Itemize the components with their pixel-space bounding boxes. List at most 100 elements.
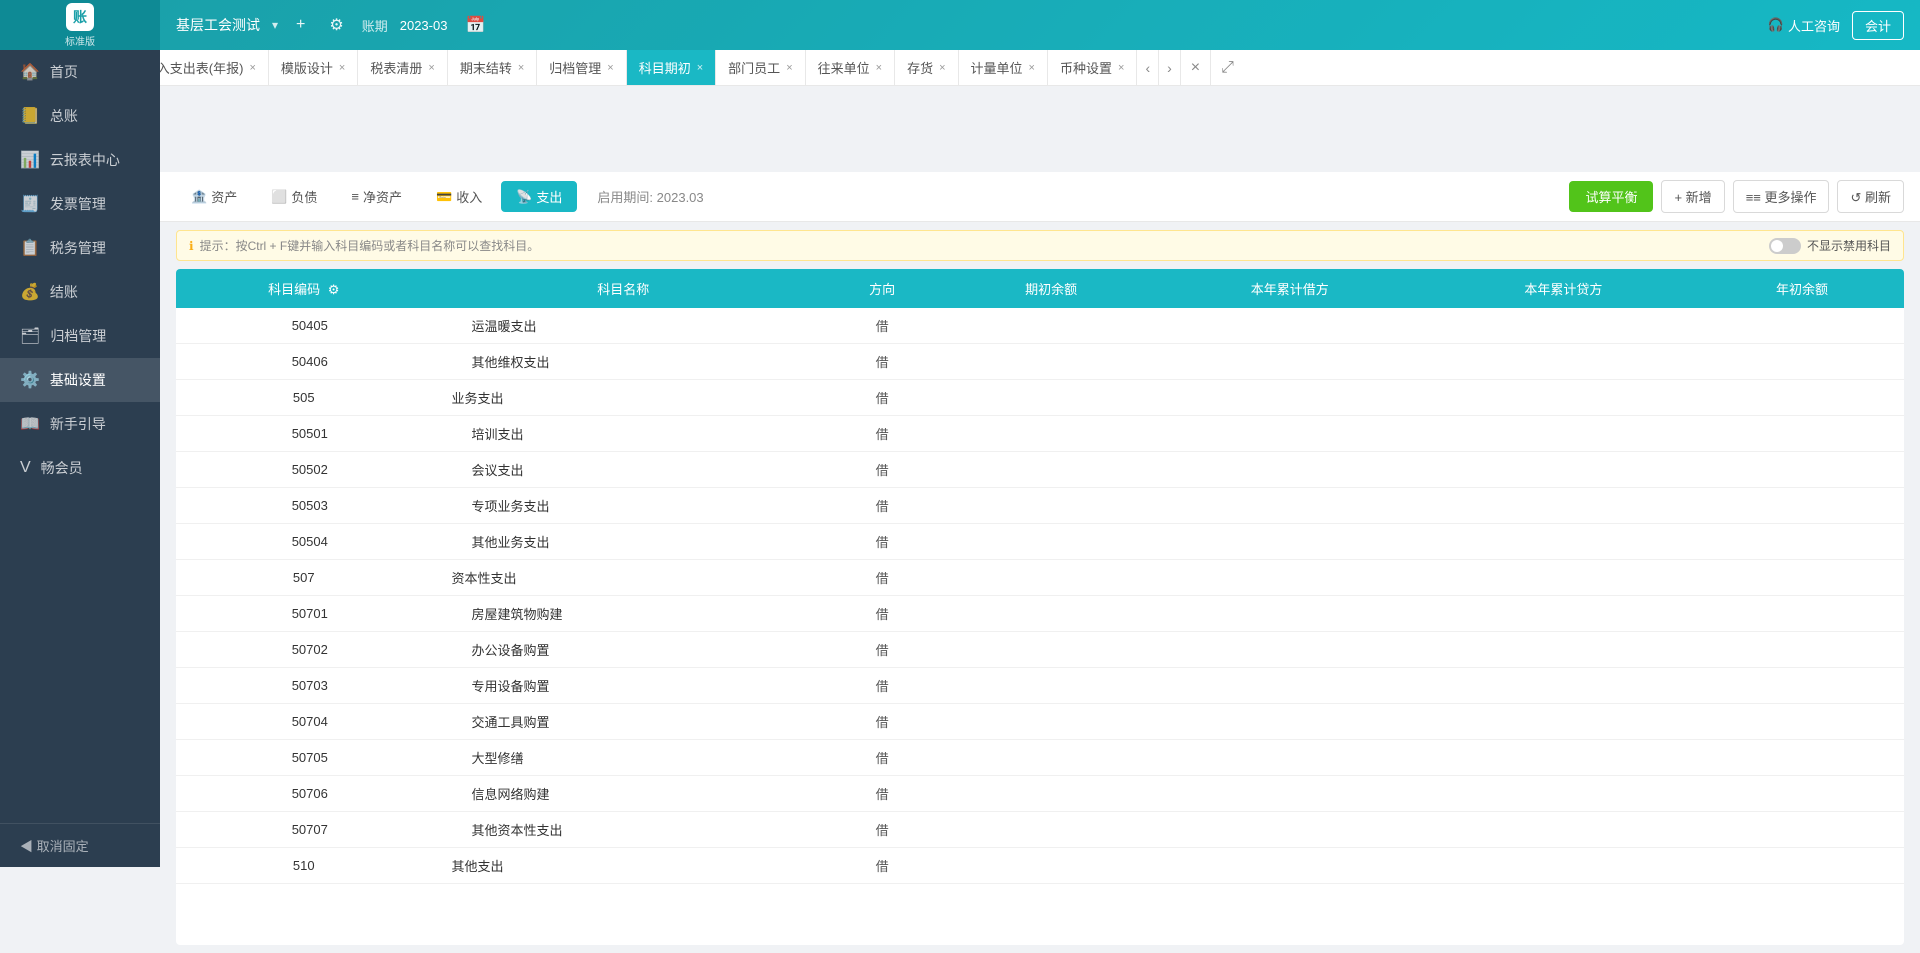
tab-archive-close[interactable]: × — [607, 62, 613, 74]
tab-inventory[interactable]: 存货 × — [895, 50, 958, 85]
tab-subject-init[interactable]: 科目期初 × — [627, 50, 716, 85]
service-button[interactable]: 🎧 人工咨询 — [1768, 16, 1840, 35]
add-label: + 新增 — [1674, 187, 1711, 206]
sidebar: 🏠 首页 📒 总账 📊 云报表中心 🧾 发票管理 📋 税务管理 💰 结账 🗂 归… — [0, 50, 160, 867]
tab-contacts-close[interactable]: × — [876, 62, 882, 74]
cell-code: 50704 — [176, 704, 432, 740]
table-row[interactable]: 50702办公设备购置借 — [176, 632, 1904, 668]
cell-ytd-debit — [1153, 668, 1427, 704]
calendar-icon[interactable]: 📅 — [459, 11, 491, 39]
cat-equity[interactable]: ≡ 净资产 — [336, 181, 417, 212]
tab-period-end-label: 期末结转 — [460, 58, 512, 77]
tab-units-close[interactable]: × — [1029, 62, 1035, 74]
cell-code: 50502 — [176, 452, 432, 488]
subject-table: 科目编码 ⚙ 科目名称 方向 期初余额 本年累计借方 本年累计贷方 年初余额 5… — [176, 269, 1904, 884]
cell-dir: 借 — [815, 344, 949, 380]
add-button[interactable]: + 新增 — [1661, 180, 1724, 213]
cell-ytd-debit — [1153, 344, 1427, 380]
tab-contacts[interactable]: 往来单位 × — [806, 50, 895, 85]
balance-button[interactable]: 试算平衡 — [1569, 181, 1653, 212]
cell-code: 50406 — [176, 344, 432, 380]
refresh-button[interactable]: ↺ 刷新 — [1837, 180, 1904, 213]
sidebar-item-tax-label: 税务管理 — [50, 238, 106, 258]
table-row[interactable]: 50704交通工具购置借 — [176, 704, 1904, 740]
tab-period-end-close[interactable]: × — [518, 62, 524, 74]
tab-archive[interactable]: 归档管理 × — [537, 50, 626, 85]
table-row[interactable]: 50406其他维权支出借 — [176, 344, 1904, 380]
tab-subject-init-close[interactable]: × — [697, 62, 703, 74]
tab-currency-close[interactable]: × — [1118, 62, 1124, 74]
cat-income[interactable]: 💳 收入 — [421, 181, 497, 212]
settings-icon[interactable]: ⚙ — [323, 11, 349, 39]
table-row[interactable]: 505业务支出借 — [176, 380, 1904, 416]
sidebar-collapse[interactable]: ◀ 取消固定 — [0, 823, 160, 867]
more-button[interactable]: ≡≡ 更多操作 — [1733, 180, 1830, 213]
tab-expand[interactable]: ⤢ — [1211, 50, 1244, 85]
tab-nav-left[interactable]: ‹ — [1137, 50, 1159, 85]
tab-inventory-close[interactable]: × — [939, 62, 945, 74]
cat-expense[interactable]: 📡 支出 — [501, 181, 577, 212]
table-row[interactable]: 50503专项业务支出借 — [176, 488, 1904, 524]
table-row[interactable]: 50706信息网络购建借 — [176, 776, 1904, 812]
tab-template-close[interactable]: × — [339, 62, 345, 74]
tab-currency[interactable]: 币种设置 × — [1048, 50, 1137, 85]
tab-units-label: 计量单位 — [971, 58, 1023, 77]
toggle-switch[interactable] — [1769, 238, 1801, 254]
sidebar-item-tax[interactable]: 📋 税务管理 — [0, 226, 160, 270]
toggle-label: 不显示禁用科目 — [1807, 237, 1891, 254]
tab-nav-right[interactable]: › — [1159, 50, 1181, 85]
cell-init-balance — [949, 704, 1153, 740]
table-row[interactable]: 50705大型修缮借 — [176, 740, 1904, 776]
cat-asset[interactable]: 🏦 资产 — [176, 181, 252, 212]
company-dropdown-icon[interactable]: ▾ — [272, 18, 278, 32]
table-row[interactable]: 510其他支出借 — [176, 848, 1904, 884]
table-row[interactable]: 50707其他资本性支出借 — [176, 812, 1904, 848]
cell-ytd-credit — [1427, 416, 1701, 452]
tab-units[interactable]: 计量单位 × — [959, 50, 1048, 85]
cell-dir: 借 — [815, 308, 949, 344]
table-row[interactable]: 50504其他业务支出借 — [176, 524, 1904, 560]
table-wrapper: 科目编码 ⚙ 科目名称 方向 期初余额 本年累计借方 本年累计贷方 年初余额 5… — [176, 269, 1904, 945]
sidebar-item-invoice[interactable]: 🧾 发票管理 — [0, 182, 160, 226]
cell-init-balance — [949, 812, 1153, 848]
sidebar-item-settle[interactable]: 💰 结账 — [0, 270, 160, 314]
sidebar-item-ledger[interactable]: 📒 总账 — [0, 94, 160, 138]
tab-annual-close[interactable]: × — [249, 62, 255, 74]
table-row[interactable]: 50703专用设备购置借 — [176, 668, 1904, 704]
tab-tax-list-close[interactable]: × — [428, 62, 434, 74]
sidebar-item-home[interactable]: 🏠 首页 — [0, 50, 160, 94]
tab-dept-close[interactable]: × — [786, 62, 792, 74]
cell-name: 运温暖支出 — [432, 308, 816, 344]
cell-init-balance — [949, 452, 1153, 488]
cell-code: 50503 — [176, 488, 432, 524]
account-button[interactable]: 会计 — [1852, 11, 1904, 40]
sidebar-item-reports[interactable]: 📊 云报表中心 — [0, 138, 160, 182]
tab-close-all[interactable]: × — [1181, 50, 1211, 85]
sidebar-item-member[interactable]: V 畅会员 — [0, 446, 160, 490]
sidebar-item-archive[interactable]: 🗂 归档管理 — [0, 314, 160, 358]
col-code: 科目编码 ⚙ — [176, 269, 432, 308]
category-bar: 🏦 资产 ⬜ 负债 ≡ 净资产 💳 收入 📡 支出 启用期间: 2023.03 … — [160, 172, 1920, 222]
sidebar-item-member-label: 畅会员 — [41, 458, 83, 478]
more-label: ≡≡ 更多操作 — [1746, 187, 1817, 206]
tab-template[interactable]: 模版设计 × — [269, 50, 358, 85]
table-row[interactable]: 507资本性支出借 — [176, 560, 1904, 596]
headset-icon: 🎧 — [1768, 17, 1784, 33]
cell-ytd-debit — [1153, 416, 1427, 452]
table-row[interactable]: 50405运温暖支出借 — [176, 308, 1904, 344]
tab-subject-init-label: 科目期初 — [639, 58, 691, 77]
sidebar-item-guide[interactable]: 📖 新手引导 — [0, 402, 160, 446]
tab-inventory-label: 存货 — [907, 58, 933, 77]
table-row[interactable]: 50502会议支出借 — [176, 452, 1904, 488]
cell-ytd-debit — [1153, 740, 1427, 776]
tab-tax-list[interactable]: 税表清册 × — [358, 50, 447, 85]
sidebar-item-settings[interactable]: ⚙️ 基础设置 — [0, 358, 160, 402]
tab-dept[interactable]: 部门员工 × — [716, 50, 805, 85]
cat-liability[interactable]: ⬜ 负债 — [256, 181, 332, 212]
add-tab-button[interactable]: + — [290, 12, 311, 38]
col-code-settings-icon[interactable]: ⚙ — [328, 282, 340, 297]
table-row[interactable]: 50701房屋建筑物购建借 — [176, 596, 1904, 632]
cell-start-balance — [1700, 560, 1904, 596]
table-row[interactable]: 50501培训支出借 — [176, 416, 1904, 452]
tab-period-end[interactable]: 期末结转 × — [448, 50, 537, 85]
